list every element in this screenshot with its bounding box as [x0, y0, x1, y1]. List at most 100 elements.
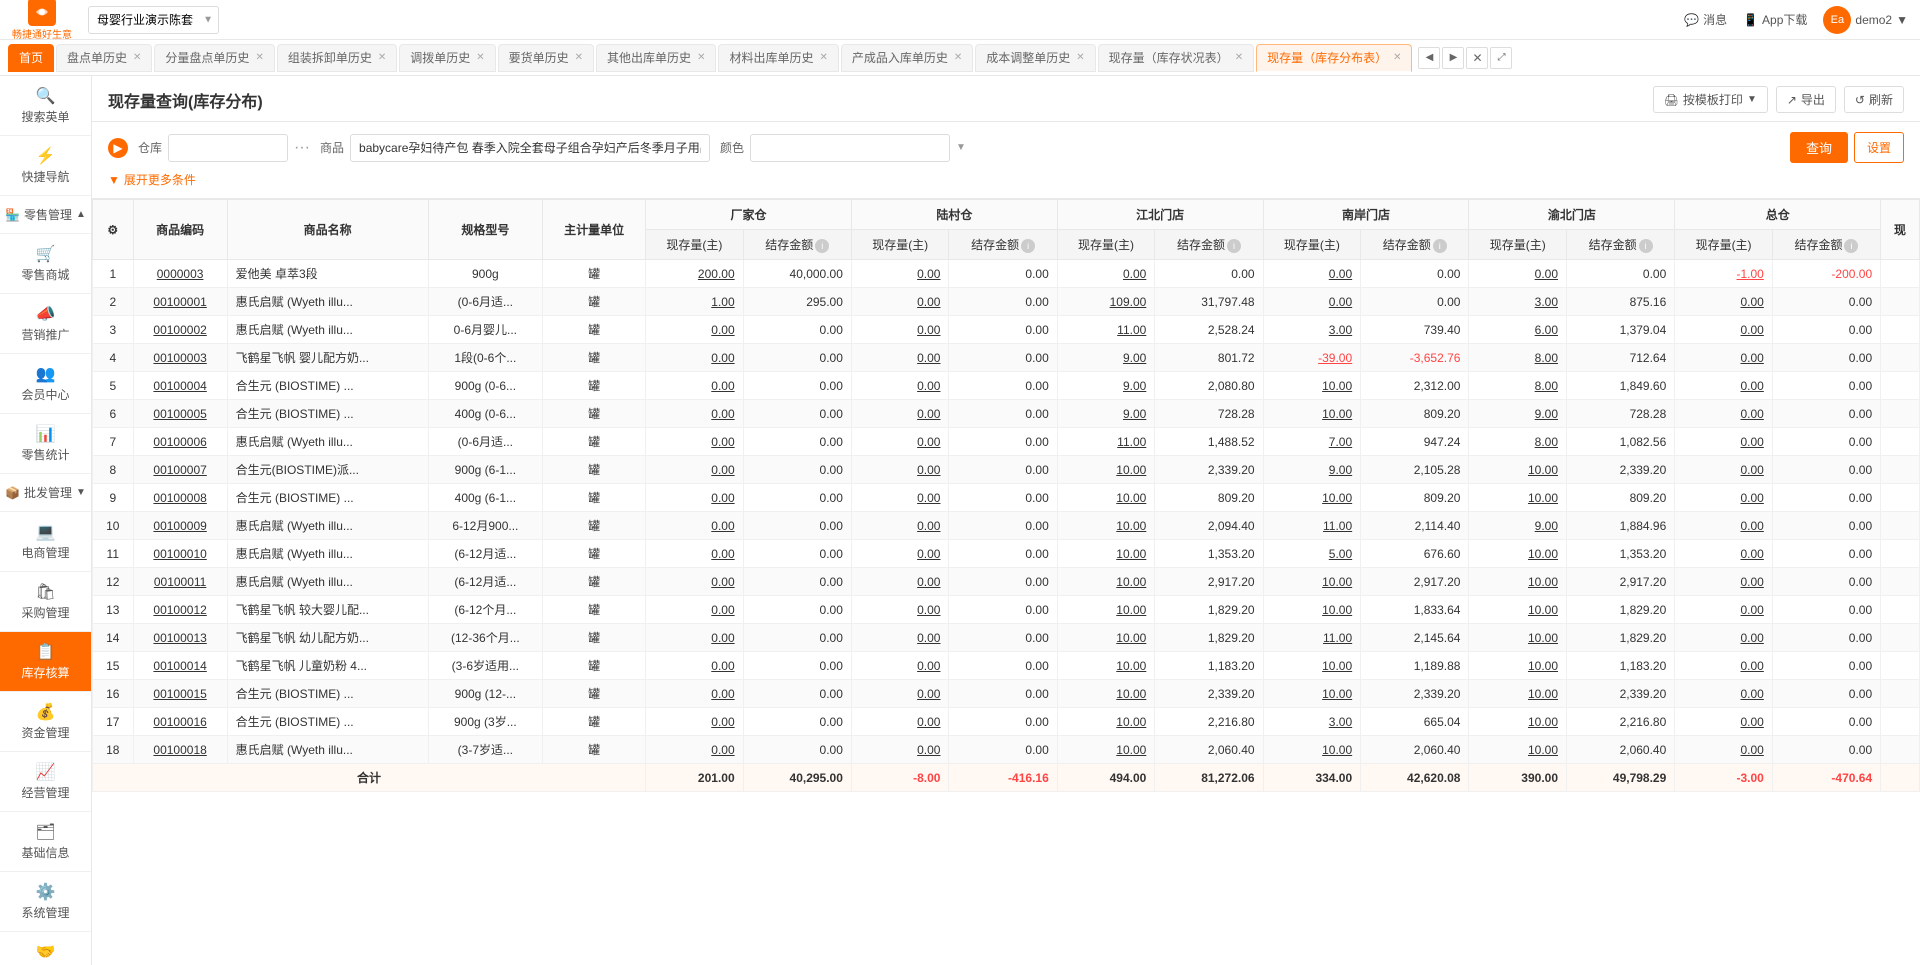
- cell-changjia-qty[interactable]: 0.00: [646, 344, 744, 372]
- cell-yubei-qty[interactable]: 6.00: [1469, 316, 1567, 344]
- tab-home[interactable]: 首页: [8, 44, 54, 72]
- tab-portion-count[interactable]: 分量盘点单历史 ✕: [154, 44, 274, 72]
- cell-lucun-qty[interactable]: 0.00: [851, 568, 949, 596]
- sidebar-item-marketing[interactable]: 📣 营销推广: [0, 294, 91, 354]
- cell-total-qty[interactable]: 0.00: [1675, 456, 1773, 484]
- tab-cost-adjust-close[interactable]: ✕: [1076, 52, 1084, 63]
- sidebar-item-retail-stat[interactable]: 📊 零售统计: [0, 414, 91, 474]
- cell-lucun-qty[interactable]: 0.00: [851, 344, 949, 372]
- cell-total-qty[interactable]: 0.00: [1675, 540, 1773, 568]
- industry-select-wrap[interactable]: 母婴行业演示陈套 ▼: [88, 6, 219, 34]
- setting-button[interactable]: 设置: [1854, 132, 1904, 163]
- sidebar-item-member[interactable]: 👥 会员中心: [0, 354, 91, 414]
- tab-stock-status-close[interactable]: ✕: [1235, 52, 1243, 63]
- cell-jiangbei-qty[interactable]: 10.00: [1057, 736, 1155, 764]
- nanan-amt-info[interactable]: i: [1433, 239, 1447, 253]
- cell-yubei-qty[interactable]: 10.00: [1469, 708, 1567, 736]
- cell-nanan-qty[interactable]: 10.00: [1263, 372, 1361, 400]
- sidebar-item-finance[interactable]: 💰 资金管理: [0, 692, 91, 752]
- cell-total-qty[interactable]: 0.00: [1675, 708, 1773, 736]
- sidebar-item-quick[interactable]: ⚡ 快捷导航: [0, 136, 91, 196]
- cell-jiangbei-qty[interactable]: 10.00: [1057, 708, 1155, 736]
- cell-lucun-qty[interactable]: 0.00: [851, 596, 949, 624]
- cell-changjia-qty[interactable]: 0.00: [646, 680, 744, 708]
- cell-yubei-qty[interactable]: 8.00: [1469, 372, 1567, 400]
- cell-lucun-qty[interactable]: 0.00: [851, 736, 949, 764]
- sidebar-item-search[interactable]: 🔍 搜索英单: [0, 76, 91, 136]
- tab-assemble[interactable]: 组装拆卸单历史 ✕: [277, 44, 397, 72]
- nav-next-button[interactable]: ▶: [1442, 47, 1464, 69]
- cell-nanan-qty[interactable]: 5.00: [1263, 540, 1361, 568]
- cell-total-qty[interactable]: 0.00: [1675, 372, 1773, 400]
- cell-total-qty[interactable]: 0.00: [1675, 596, 1773, 624]
- cell-total-qty[interactable]: 0.00: [1675, 568, 1773, 596]
- cell-changjia-qty[interactable]: 0.00: [646, 484, 744, 512]
- cell-changjia-qty[interactable]: 0.00: [646, 596, 744, 624]
- sidebar-item-operations[interactable]: 📈 经营管理: [0, 752, 91, 812]
- cell-jiangbei-qty[interactable]: 10.00: [1057, 484, 1155, 512]
- cell-jiangbei-qty[interactable]: 10.00: [1057, 596, 1155, 624]
- cell-total-qty[interactable]: 0.00: [1675, 428, 1773, 456]
- cell-lucun-qty[interactable]: 0.00: [851, 428, 949, 456]
- cell-code[interactable]: 00100015: [133, 680, 227, 708]
- sidebar-item-purchase[interactable]: 🛍 采购管理: [0, 572, 91, 632]
- cell-jiangbei-qty[interactable]: 10.00: [1057, 680, 1155, 708]
- tab-product-in-close[interactable]: ✕: [954, 52, 962, 63]
- cell-nanan-qty[interactable]: 0.00: [1263, 260, 1361, 288]
- sidebar-item-retail-shop[interactable]: 🛒 零售商城: [0, 234, 91, 294]
- nav-close-all-button[interactable]: ✕: [1466, 47, 1488, 69]
- cell-lucun-qty[interactable]: 0.00: [851, 400, 949, 428]
- tab-product-in[interactable]: 产成品入库单历史 ✕: [841, 44, 973, 72]
- cell-yubei-qty[interactable]: 10.00: [1469, 652, 1567, 680]
- cell-code[interactable]: 00100016: [133, 708, 227, 736]
- cell-nanan-qty[interactable]: 10.00: [1263, 568, 1361, 596]
- tab-inventory-count-close[interactable]: ✕: [133, 52, 141, 63]
- cell-yubei-qty[interactable]: 8.00: [1469, 344, 1567, 372]
- industry-select[interactable]: 母婴行业演示陈套: [88, 6, 219, 34]
- cell-lucun-qty[interactable]: 0.00: [851, 316, 949, 344]
- cell-jiangbei-qty[interactable]: 0.00: [1057, 260, 1155, 288]
- cell-changjia-qty[interactable]: 0.00: [646, 708, 744, 736]
- nav-expand-button[interactable]: ⤢: [1490, 47, 1512, 69]
- cell-nanan-qty[interactable]: 10.00: [1263, 400, 1361, 428]
- tab-order[interactable]: 要货单历史 ✕: [498, 44, 594, 72]
- warehouse-input[interactable]: [168, 134, 288, 162]
- cell-jiangbei-qty[interactable]: 109.00: [1057, 288, 1155, 316]
- tab-transfer[interactable]: 调拨单历史 ✕: [399, 44, 495, 72]
- cell-nanan-qty[interactable]: 10.00: [1263, 736, 1361, 764]
- cell-nanan-qty[interactable]: 10.00: [1263, 596, 1361, 624]
- cell-total-qty[interactable]: 0.00: [1675, 400, 1773, 428]
- tab-transfer-close[interactable]: ✕: [476, 52, 484, 63]
- sidebar-item-inventory[interactable]: 📋 库存核算: [0, 632, 91, 692]
- cell-yubei-qty[interactable]: 10.00: [1469, 624, 1567, 652]
- cell-nanan-qty[interactable]: 11.00: [1263, 512, 1361, 540]
- cell-changjia-qty[interactable]: 0.00: [646, 428, 744, 456]
- cell-code[interactable]: 00100012: [133, 596, 227, 624]
- sidebar-item-wholesale[interactable]: 📦 批发管理 ▼: [0, 474, 91, 512]
- cell-code[interactable]: 00100009: [133, 512, 227, 540]
- cell-code[interactable]: 00100013: [133, 624, 227, 652]
- cell-changjia-qty[interactable]: 0.00: [646, 736, 744, 764]
- refresh-button[interactable]: ↺ 刷新: [1844, 86, 1904, 113]
- cell-lucun-qty[interactable]: 0.00: [851, 680, 949, 708]
- cell-nanan-qty[interactable]: 7.00: [1263, 428, 1361, 456]
- cell-changjia-qty[interactable]: 0.00: [646, 372, 744, 400]
- cell-total-qty[interactable]: 0.00: [1675, 484, 1773, 512]
- cell-total-qty[interactable]: 0.00: [1675, 512, 1773, 540]
- cell-nanan-qty[interactable]: 3.00: [1263, 708, 1361, 736]
- cell-lucun-qty[interactable]: 0.00: [851, 540, 949, 568]
- tab-inventory-count[interactable]: 盘点单历史 ✕: [56, 44, 152, 72]
- cell-code[interactable]: 00100002: [133, 316, 227, 344]
- cell-changjia-qty[interactable]: 0.00: [646, 652, 744, 680]
- cell-lucun-qty[interactable]: 0.00: [851, 288, 949, 316]
- cell-jiangbei-qty[interactable]: 11.00: [1057, 428, 1155, 456]
- cell-yubei-qty[interactable]: 9.00: [1469, 400, 1567, 428]
- cell-yubei-qty[interactable]: 10.00: [1469, 484, 1567, 512]
- cell-jiangbei-qty[interactable]: 10.00: [1057, 568, 1155, 596]
- cell-changjia-qty[interactable]: 0.00: [646, 456, 744, 484]
- sidebar-item-retail-mgr[interactable]: 🏪 零售管理 ▲: [0, 196, 91, 234]
- cell-yubei-qty[interactable]: 10.00: [1469, 736, 1567, 764]
- cell-code[interactable]: 00100018: [133, 736, 227, 764]
- cell-code[interactable]: 00100014: [133, 652, 227, 680]
- cell-nanan-qty[interactable]: -39.00: [1263, 344, 1361, 372]
